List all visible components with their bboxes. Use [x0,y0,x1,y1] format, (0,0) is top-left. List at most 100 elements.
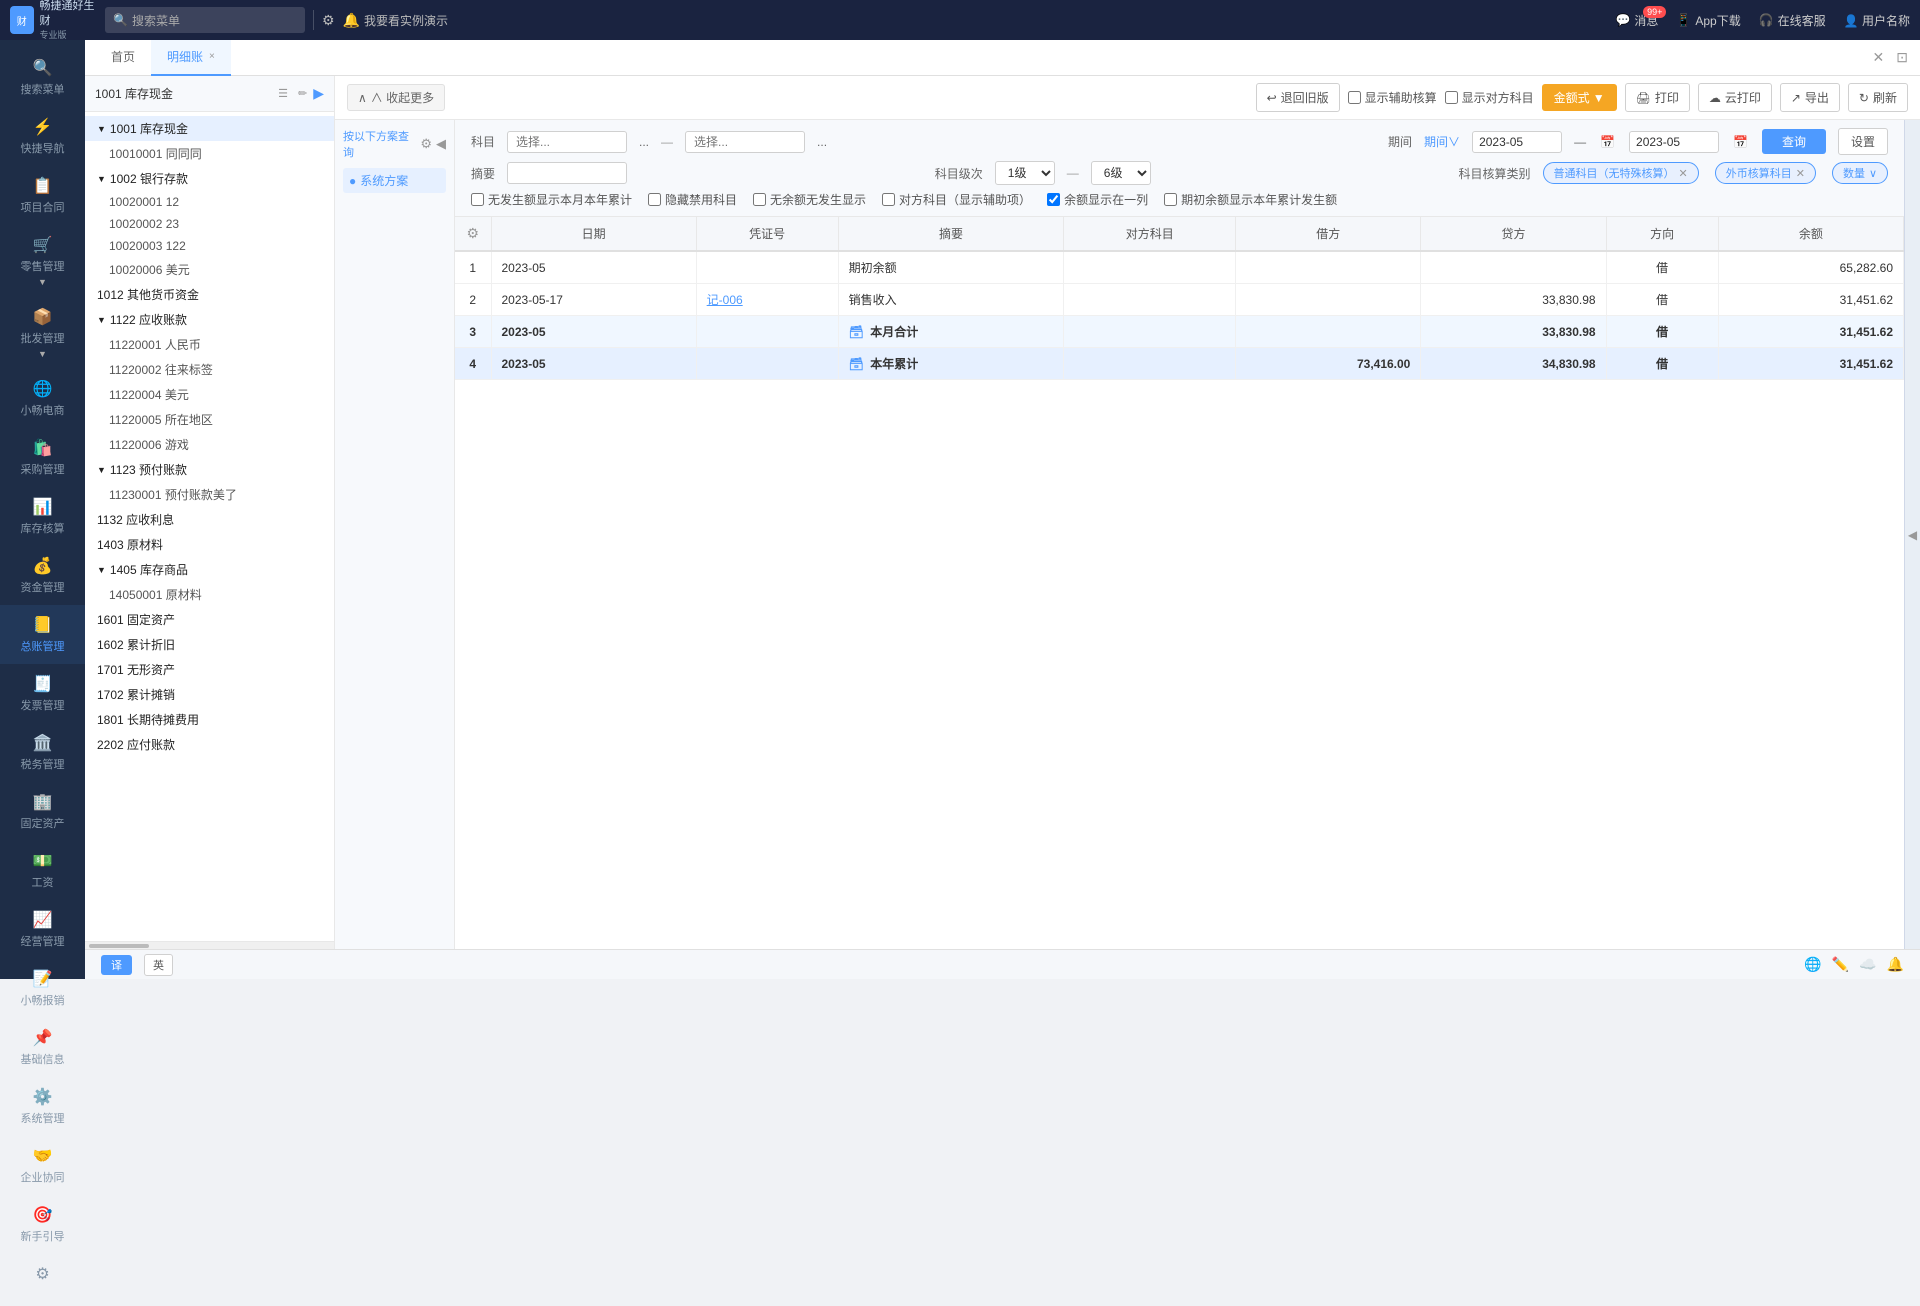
tree-item-10010001[interactable]: 10010001 同同同 [85,141,334,166]
sidebar-item-ledger[interactable]: 📒 总账管理 [0,605,85,664]
print-btn[interactable]: 🖨 打印 [1625,83,1690,112]
tree-item-11220001[interactable]: 11220001 人民币 [85,332,334,357]
tag-quantity[interactable]: 数量 ∨ [1832,162,1888,184]
tab-close-btn[interactable]: × [209,51,215,62]
sidebar-item-invoice[interactable]: 🧾 发票管理 [0,664,85,723]
sidebar-item-ops[interactable]: 📈 经营管理 [0,900,85,959]
sidebar-item-system[interactable]: ⚙️ 系统管理 [0,1077,85,1136]
calendar-icon[interactable]: 📅 [1600,135,1615,149]
period-start-input[interactable] [1472,131,1562,153]
show-opposite-checkbox[interactable]: 显示对方科目 [1445,89,1534,106]
sidebar-item-inventory[interactable]: 📊 库存核算 [0,487,85,546]
export-btn[interactable]: ↗ 导出 [1780,83,1840,112]
tree-item-10020003[interactable]: 10020003 122 [85,235,334,257]
sidebar-item-coop[interactable]: 🤝 企业协同 [0,1136,85,1195]
tag-foreign[interactable]: 外币核算科目 ✕ [1715,162,1816,184]
system-scheme-item[interactable]: ● 系统方案 [343,168,446,193]
sidebar-item-ecommerce[interactable]: 🌐 小畅电商 [0,369,85,428]
account-nav-btn[interactable]: ▶ [313,85,324,102]
lang-btn[interactable]: 英 [144,954,173,976]
expand-btn[interactable]: ∧ ∧ 收起更多 [347,84,445,111]
tree-edit-icon[interactable]: ✏ [298,87,307,100]
app-download-btn[interactable]: 📱 App下载 [1676,12,1740,29]
scroll-thumb[interactable] [89,944,149,948]
tree-item-1132[interactable]: 1132 应收利息 [85,507,334,532]
tree-item-1801[interactable]: 1801 长期待摊费用 [85,707,334,732]
show-aux-checkbox[interactable]: 显示辅助核算 [1348,89,1437,106]
tag-normal[interactable]: 普通科目（无特殊核算） ✕ [1543,162,1699,184]
tree-item-11220004[interactable]: 11220004 美元 [85,382,334,407]
sidebar-item-guide[interactable]: 🎯 新手引导 [0,1195,85,1254]
translate-btn[interactable]: 译 [101,955,132,975]
voucher-link-2[interactable]: 记-006 [707,293,743,307]
online-service-btn[interactable]: 🎧 在线客服 [1759,12,1826,29]
tree-item-1602[interactable]: 1602 累计折旧 [85,632,334,657]
calendar-icon2[interactable]: 📅 [1733,135,1748,149]
tree-item-1123[interactable]: ▼ 1123 预付账款 [85,457,334,482]
aux-checkbox-input[interactable] [1348,91,1361,104]
window-close-icon[interactable]: ✕ [1871,47,1887,68]
edit-icon[interactable]: ✏️ [1832,956,1849,973]
tab-home[interactable]: 首页 [95,40,151,76]
sidebar-item-tax[interactable]: 🏛️ 税务管理 [0,723,85,782]
period-end-input[interactable] [1629,131,1719,153]
tree-item-1001[interactable]: ▼ 1001 库存现金 [85,116,334,141]
scheme-settings-icon[interactable]: ⚙ [420,136,432,152]
tree-item-1701[interactable]: 1701 无形资产 [85,657,334,682]
sidebar-item-purchase[interactable]: 🛍️ 采购管理 [0,428,85,487]
summary-input[interactable] [507,162,627,184]
messages-btn[interactable]: 💬 消息 99+ [1615,12,1658,29]
tree-item-1002[interactable]: ▼ 1002 银行存款 [85,166,334,191]
col-settings-icon[interactable]: ⚙ [466,225,479,241]
sidebar-item-assets[interactable]: 🏢 固定资产 [0,782,85,841]
refresh-btn[interactable]: ↻ 刷新 [1848,83,1908,112]
tree-config-icon[interactable]: ☰ [278,87,288,100]
tree-item-11230001[interactable]: 11230001 预付账款美了 [85,482,334,507]
menu-search[interactable]: 🔍 搜索菜单 [105,7,305,33]
tree-item-1702[interactable]: 1702 累计摊销 [85,682,334,707]
gold-format-btn[interactable]: 金额式 ▼ [1542,84,1617,111]
tree-item-2202[interactable]: 2202 应付账款 [85,732,334,757]
tree-item-11220002[interactable]: 11220002 往来标签 [85,357,334,382]
level-end-select[interactable]: 6级5级4级 [1091,161,1151,185]
sidebar-item-settings[interactable]: ⚙ [31,1254,53,1294]
tree-item-11220005[interactable]: 11220005 所在地区 [85,407,334,432]
opposite-checkbox-input[interactable] [1445,91,1458,104]
settings-icon[interactable]: ⚙ [322,12,335,29]
sidebar-item-basic[interactable]: 📌 基础信息 [0,1018,85,1077]
tab-detail[interactable]: 明细账 × [151,40,231,76]
right-edge-panel[interactable]: ◀ [1904,120,1920,949]
tree-item-10020001[interactable]: 10020001 12 [85,191,334,213]
checkbox-opening-balance[interactable]: 期初余额显示本年累计发生额 [1164,191,1337,208]
checkbox-no-balance-show[interactable]: 无余额无发生显示 [753,191,866,208]
return-btn[interactable]: ↩ 退回旧版 [1256,83,1340,112]
sidebar-item-quick-nav[interactable]: ⚡ 快捷导航 [0,107,85,166]
tree-item-11220006[interactable]: 11220006 游戏 [85,432,334,457]
checkbox-opposite[interactable]: 对方科目（显示辅助项） [882,191,1031,208]
window-expand-icon[interactable]: ⊡ [1894,47,1910,68]
sidebar-item-retail[interactable]: 🛒 零售管理 ▼ [0,225,85,297]
demo-link[interactable]: 🔔 我要看实例演示 [343,12,448,29]
tag-normal-close[interactable]: ✕ [1679,167,1688,180]
sidebar-item-wholesale[interactable]: 📦 批发管理 ▼ [0,297,85,369]
tree-item-10020002[interactable]: 10020002 23 [85,213,334,235]
setting-btn[interactable]: 设置 [1838,128,1888,155]
globe-icon[interactable]: 🌐 [1804,956,1821,973]
tree-item-1405[interactable]: ▼ 1405 库存商品 [85,557,334,582]
tree-item-14050001[interactable]: 14050001 原材料 [85,582,334,607]
sidebar-item-project[interactable]: 📋 项目合同 [0,166,85,225]
tree-item-1403[interactable]: 1403 原材料 [85,532,334,557]
sidebar-item-fund[interactable]: 💰 资金管理 [0,546,85,605]
tag-foreign-close[interactable]: ✕ [1796,167,1805,180]
tree-item-1012[interactable]: 1012 其他货币资金 [85,282,334,307]
sidebar-item-salary[interactable]: 💵 工资 [0,841,85,900]
bell-icon[interactable]: 🔔 [1887,956,1904,973]
keji-input[interactable] [507,131,627,153]
query-btn[interactable]: 查询 [1762,129,1826,154]
checkbox-balance-one-col[interactable]: 余额显示在一列 [1047,191,1148,208]
user-info[interactable]: 👤 用户名称 [1844,12,1910,29]
tree-item-1122[interactable]: ▼ 1122 应收账款 [85,307,334,332]
keji-input-end[interactable] [685,131,805,153]
tree-item-1601[interactable]: 1601 固定资产 [85,607,334,632]
scheme-collapse-icon[interactable]: ◀ [436,136,446,152]
